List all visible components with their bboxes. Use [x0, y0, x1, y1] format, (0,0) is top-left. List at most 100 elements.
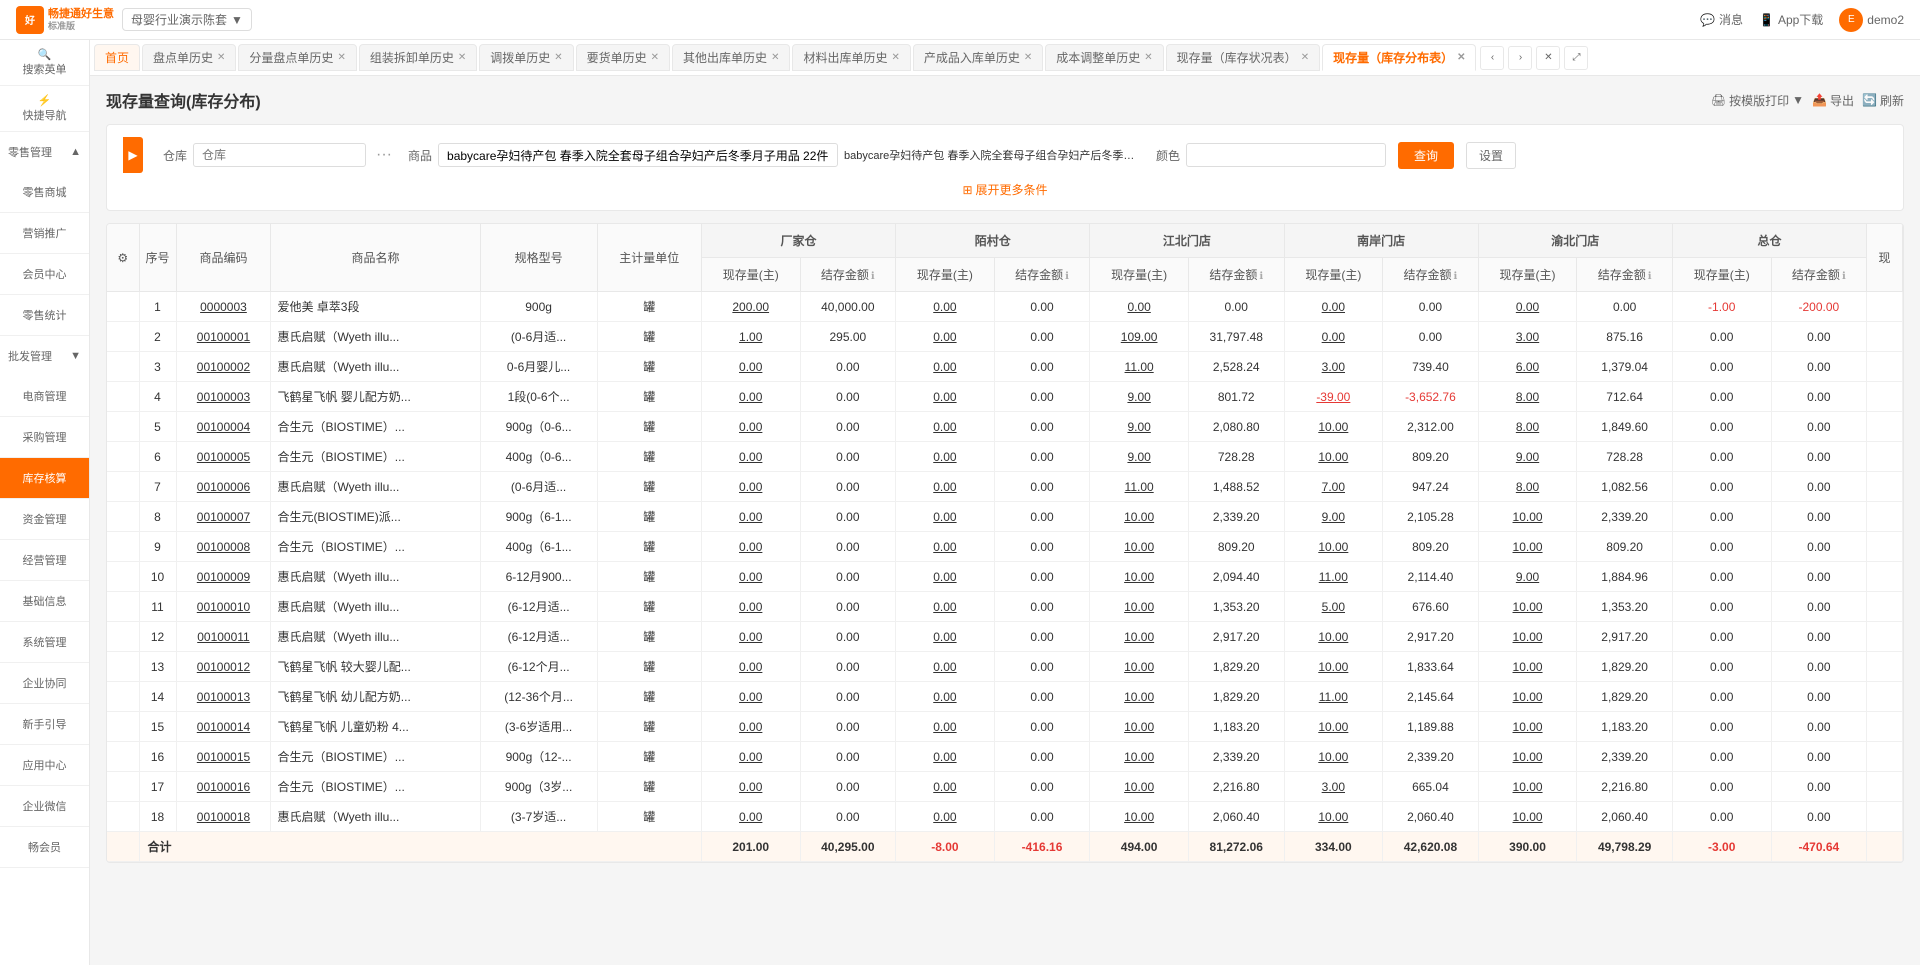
- tab-transfer[interactable]: 调拨单历史 ✕: [479, 44, 573, 71]
- color-input[interactable]: [1186, 143, 1386, 167]
- sidebar-item-retail-stats[interactable]: 零售统计: [0, 295, 89, 336]
- tab-close-transfer[interactable]: ✕: [554, 52, 562, 63]
- query-button[interactable]: 查询: [1398, 142, 1454, 169]
- tab-close-cost-adj[interactable]: ✕: [1144, 52, 1152, 63]
- tab-dist-inventory[interactable]: 分量盘点单历史 ✕: [238, 44, 356, 71]
- warehouse-dots-btn[interactable]: ···: [376, 146, 392, 164]
- logo: 好 畅捷通好生意 标准版: [16, 6, 114, 34]
- cell-code: 00100012: [176, 652, 271, 682]
- cell-wh2-qty: 0.00: [896, 322, 995, 352]
- cell-wh1-amt: 0.00: [800, 472, 896, 502]
- sidebar-item-retail-mgmt[interactable]: 零售管理 ▲: [0, 132, 89, 172]
- tab-assembly[interactable]: 组装拆卸单历史 ✕: [359, 44, 477, 71]
- tab-close-requisition[interactable]: ✕: [651, 52, 659, 63]
- collapse-btn[interactable]: ▶: [123, 137, 143, 173]
- tab-close-material-out[interactable]: ✕: [891, 52, 899, 63]
- summary-extra: [1867, 832, 1903, 862]
- cell-wh2-amt: 0.00: [994, 772, 1090, 802]
- sidebar-item-ecommerce[interactable]: 电商管理: [0, 376, 89, 417]
- tab-material-out[interactable]: 材料出库单历史 ✕: [792, 44, 910, 71]
- sidebar-item-wholesale[interactable]: 批发管理 ▼: [0, 336, 89, 376]
- cell-wh5-qty: 10.00: [1478, 532, 1577, 562]
- tab-close-inventory-single[interactable]: ✕: [217, 52, 225, 63]
- app-download-btn[interactable]: 📱 App下载: [1759, 11, 1823, 28]
- table-row: 9 00100008 合生元（BIOSTIME）... 400g（6-1... …: [107, 532, 1903, 562]
- cell-total-qty: 0.00: [1672, 622, 1771, 652]
- cell-wh5-qty: 8.00: [1478, 382, 1577, 412]
- tab-close-dist-inventory[interactable]: ✕: [337, 52, 345, 63]
- store-selector[interactable]: 母婴行业演示陈套 ▼: [122, 8, 252, 31]
- product-input[interactable]: [438, 143, 838, 167]
- tab-close-other-out[interactable]: ✕: [771, 52, 779, 63]
- tab-other-out[interactable]: 其他出库单历史 ✕: [672, 44, 790, 71]
- tab-home[interactable]: 首页: [94, 44, 140, 71]
- table-row: 14 00100013 飞鹤星飞帆 幼儿配方奶... (12-36个月... 罐…: [107, 682, 1903, 712]
- tab-product-in[interactable]: 产成品入库单历史 ✕: [913, 44, 1043, 71]
- sidebar-item-sys-mgmt[interactable]: 系统管理: [0, 622, 89, 663]
- tab-close-assembly[interactable]: ✕: [458, 52, 466, 63]
- cell-wh3-amt: 1,353.20: [1188, 592, 1284, 622]
- tab-home-label: 首页: [105, 49, 129, 66]
- cell-wh5-amt: 875.16: [1577, 322, 1673, 352]
- sidebar-item-operations[interactable]: 经营管理: [0, 540, 89, 581]
- cell-settings: [107, 532, 139, 562]
- tab-cost-adj[interactable]: 成本调整单历史 ✕: [1045, 44, 1163, 71]
- cell-code: 0000003: [176, 292, 271, 322]
- cell-name: 惠氏启赋（Wyeth illu...: [271, 562, 480, 592]
- tab-bar: 首页 盘点单历史 ✕ 分量盘点单历史 ✕ 组装拆卸单历史 ✕ 调拨单历史 ✕ 要…: [90, 40, 1920, 76]
- sidebar-item-enterprise[interactable]: 企业协同: [0, 663, 89, 704]
- tab-close-stock-dist[interactable]: ✕: [1457, 52, 1465, 63]
- sidebar-item-chang-member[interactable]: 畅会员: [0, 827, 89, 868]
- cell-total-qty: 0.00: [1672, 442, 1771, 472]
- tab-close-stock-status[interactable]: ✕: [1301, 52, 1309, 63]
- summary-wh1-qty: 201.00: [701, 832, 800, 862]
- cell-wh4-amt: 2,312.00: [1383, 412, 1479, 442]
- tab-requisition[interactable]: 要货单历史 ✕: [576, 44, 670, 71]
- tab-close-all-btn[interactable]: ✕: [1536, 46, 1560, 70]
- user-profile[interactable]: E demo2: [1839, 8, 1904, 32]
- download-icon: 📱: [1759, 13, 1774, 27]
- sidebar-item-marketing[interactable]: 营销推广: [0, 213, 89, 254]
- tab-next-btn[interactable]: ›: [1508, 46, 1532, 70]
- sidebar-item-wechat-work[interactable]: 企业微信: [0, 786, 89, 827]
- cell-total-amt: 0.00: [1771, 622, 1867, 652]
- print-btn[interactable]: 🖨 按模版打印 ▼: [1711, 92, 1804, 109]
- warehouse-input[interactable]: [193, 143, 366, 167]
- cell-wh3-qty: 10.00: [1090, 772, 1189, 802]
- tab-prev-btn[interactable]: ‹: [1480, 46, 1504, 70]
- cell-extra: [1867, 712, 1903, 742]
- sidebar-item-app-center[interactable]: 应用中心: [0, 745, 89, 786]
- table-row: 5 00100004 合生元（BIOSTIME）... 900g（0-6... …: [107, 412, 1903, 442]
- tab-stock-dist[interactable]: 现存量（库存分布表） ✕: [1322, 44, 1476, 71]
- cell-wh1-qty: 200.00: [701, 292, 800, 322]
- cell-wh4-amt: 2,917.20: [1383, 622, 1479, 652]
- th-settings[interactable]: ⚙: [107, 224, 139, 292]
- app-version: 标准版: [48, 21, 114, 32]
- export-btn[interactable]: 📤 导出: [1812, 92, 1854, 109]
- tab-expand-btn[interactable]: ⤢: [1564, 46, 1588, 70]
- cell-wh2-amt: 0.00: [994, 292, 1090, 322]
- cell-wh4-qty: 0.00: [1284, 322, 1383, 352]
- sidebar-item-new-guide[interactable]: 新手引导: [0, 704, 89, 745]
- sidebar-item-basic-info[interactable]: 基础信息: [0, 581, 89, 622]
- refresh-btn[interactable]: 🔄 刷新: [1862, 92, 1904, 109]
- tab-close-product-in[interactable]: ✕: [1024, 52, 1032, 63]
- cell-unit: 罐: [597, 322, 701, 352]
- settings-button[interactable]: 设置: [1466, 142, 1516, 169]
- sidebar-item-member[interactable]: 会员中心: [0, 254, 89, 295]
- tab-inventory-single[interactable]: 盘点单历史 ✕: [142, 44, 236, 71]
- expand-conditions-btn[interactable]: ⊞ 展开更多条件: [962, 181, 1047, 198]
- th-wh2-group: 陌村仓: [896, 224, 1090, 258]
- sidebar-item-purchase[interactable]: 采购管理: [0, 417, 89, 458]
- sidebar-item-inventory[interactable]: 库存核算: [0, 458, 89, 499]
- tab-stock-status[interactable]: 现存量（库存状况表） ✕: [1166, 44, 1320, 71]
- message-btn[interactable]: 💬 消息: [1700, 11, 1743, 28]
- sidebar-item-quick-nav[interactable]: ⚡ 快捷导航: [0, 86, 89, 132]
- th-wh3-group: 江北门店: [1090, 224, 1284, 258]
- sidebar-item-retail-store[interactable]: 零售商城: [0, 172, 89, 213]
- cell-extra: [1867, 682, 1903, 712]
- sidebar-item-search-hero[interactable]: 🔍 搜索英单: [0, 40, 89, 86]
- cell-total-qty: 0.00: [1672, 382, 1771, 412]
- sidebar-item-finance[interactable]: 资金管理: [0, 499, 89, 540]
- cell-spec: (6-12月适...: [480, 592, 597, 622]
